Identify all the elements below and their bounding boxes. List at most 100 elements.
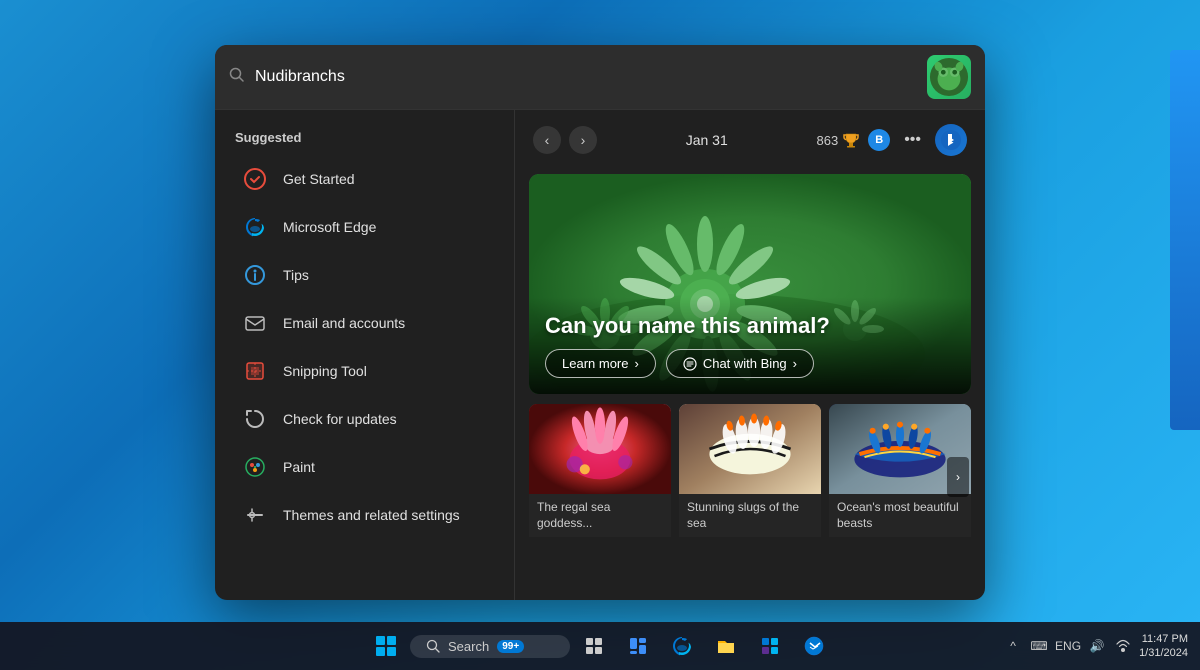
taskbar-search-icon [426, 639, 440, 653]
hero-overlay: Can you name this animal? Learn more › [529, 297, 971, 394]
get-started-icon [241, 165, 269, 193]
snipping-tool-icon [241, 357, 269, 385]
win-quad-tl [376, 636, 385, 645]
start-button[interactable] [366, 626, 406, 666]
taskbar: Search 99+ [0, 622, 1200, 670]
sidebar-label-email: Email and accounts [283, 315, 405, 331]
language-indicator: ENG [1055, 639, 1081, 653]
sidebar-title: Suggested [215, 126, 514, 155]
keyboard-icon[interactable]: ⌨ [1029, 636, 1049, 656]
sidebar-item-snipping[interactable]: Snipping Tool [221, 347, 508, 395]
score-value: 863 [816, 133, 838, 148]
chat-bing-btn[interactable]: Chat with Bing › [666, 349, 814, 378]
thumbnail-2[interactable]: Stunning slugs of the sea [679, 404, 821, 549]
win-quad-br [387, 647, 396, 656]
store-icon [759, 635, 781, 657]
taskbar-edge-icon [671, 635, 693, 657]
taskbar-search-label: Search [448, 639, 489, 654]
thumb-img-1-svg [529, 404, 671, 494]
win-quad-tr [387, 636, 396, 645]
hero-title: Can you name this animal? [545, 313, 955, 339]
edge-icon [241, 213, 269, 241]
win-quad-bl [376, 647, 385, 656]
next-btn[interactable]: › [569, 126, 597, 154]
hero-card[interactable]: Can you name this animal? Learn more › [529, 174, 971, 394]
sidebar-label-paint: Paint [283, 459, 315, 475]
learn-more-btn[interactable]: Learn more › [545, 349, 656, 378]
date-display: 1/31/2024 [1139, 646, 1188, 660]
themes-icon [241, 501, 269, 529]
news-icon [803, 635, 825, 657]
content-header: ‹ › Jan 31 863 B [529, 124, 971, 164]
main-content: Suggested Get Started [215, 110, 985, 600]
right-panel [1170, 50, 1200, 430]
time-display: 11:47 PM [1142, 632, 1188, 646]
sidebar-item-paint[interactable]: Paint [221, 443, 508, 491]
sidebar-label-themes: Themes and related settings [283, 507, 460, 523]
thumbnail-1[interactable]: The regal sea goddess... [529, 404, 671, 549]
hero-actions: Learn more › Chat with Bing › [545, 349, 955, 378]
widgets-btn[interactable] [618, 626, 658, 666]
thumb-label-3: Ocean's most beautiful beasts [829, 494, 971, 537]
learn-more-label: Learn more [562, 356, 628, 371]
thumb-label-1: The regal sea goddess... [529, 494, 671, 537]
sidebar-label-edge: Microsoft Edge [283, 219, 376, 235]
widgets-icon [628, 636, 648, 656]
news-btn[interactable] [794, 626, 834, 666]
score-badge: 863 [816, 131, 860, 149]
volume-icon[interactable]: 🔊 [1087, 636, 1107, 656]
thumb-img-2-svg [679, 404, 821, 494]
search-window: Suggested Get Started [215, 45, 985, 600]
hero-image: Can you name this animal? Learn more › [529, 174, 971, 394]
sidebar-label-updates: Check for updates [283, 411, 397, 427]
search-bar [215, 45, 985, 110]
sidebar: Suggested Get Started [215, 110, 515, 600]
search-input[interactable] [255, 68, 917, 86]
thumb-label-2: Stunning slugs of the sea [679, 494, 821, 537]
search-icon [229, 67, 245, 88]
bing-b-badge: B [868, 129, 890, 151]
chat-bing-label: Chat with Bing [703, 356, 787, 371]
clock[interactable]: 11:47 PM 1/31/2024 [1139, 632, 1188, 661]
wifi-icon[interactable] [1113, 636, 1133, 656]
sidebar-item-get-started[interactable]: Get Started [221, 155, 508, 203]
sidebar-label-snipping: Snipping Tool [283, 363, 367, 379]
chevron-up-icon[interactable]: ^ [1003, 636, 1023, 656]
more-btn[interactable]: ••• [898, 129, 927, 151]
task-view-icon [584, 636, 604, 656]
sidebar-item-email[interactable]: Email and accounts [221, 299, 508, 347]
windows-logo [376, 636, 396, 656]
taskbar-search-btn[interactable]: Search 99+ [410, 635, 570, 658]
bing-circle[interactable] [935, 124, 967, 156]
update-icon [241, 405, 269, 433]
sidebar-label-get-started: Get Started [283, 171, 355, 187]
store-btn[interactable] [750, 626, 790, 666]
sidebar-item-updates[interactable]: Check for updates [221, 395, 508, 443]
paint-icon [241, 453, 269, 481]
taskbar-tray: ^ ⌨ ENG 🔊 11:47 PM 1/31/2024 [1003, 632, 1188, 661]
content-panel: ‹ › Jan 31 863 B [515, 110, 985, 600]
next-thumb-btn[interactable]: › [947, 457, 969, 497]
desktop: Suggested Get Started [0, 0, 1200, 670]
search-avatar [927, 55, 971, 99]
taskbar-edge-btn[interactable] [662, 626, 702, 666]
email-icon [241, 309, 269, 337]
trophy-icon [842, 131, 860, 149]
file-explorer-btn[interactable] [706, 626, 746, 666]
taskbar-center: Search 99+ [366, 626, 834, 666]
chat-chevron: › [793, 356, 797, 371]
task-view-btn[interactable] [574, 626, 614, 666]
thumbnail-row: The regal sea goddess... [529, 404, 971, 549]
chat-icon [683, 357, 697, 371]
sidebar-item-tips[interactable]: Tips [221, 251, 508, 299]
date-label: Jan 31 [605, 132, 808, 148]
file-explorer-icon [715, 635, 737, 657]
prev-btn[interactable]: ‹ [533, 126, 561, 154]
tips-icon [241, 261, 269, 289]
sidebar-label-tips: Tips [283, 267, 309, 283]
sidebar-item-themes[interactable]: Themes and related settings [221, 491, 508, 539]
thumbnail-3[interactable]: Ocean's most beautiful beasts › [829, 404, 971, 549]
sidebar-item-edge[interactable]: Microsoft Edge [221, 203, 508, 251]
search-badge: 99+ [497, 640, 524, 653]
learn-more-chevron: › [634, 356, 638, 371]
